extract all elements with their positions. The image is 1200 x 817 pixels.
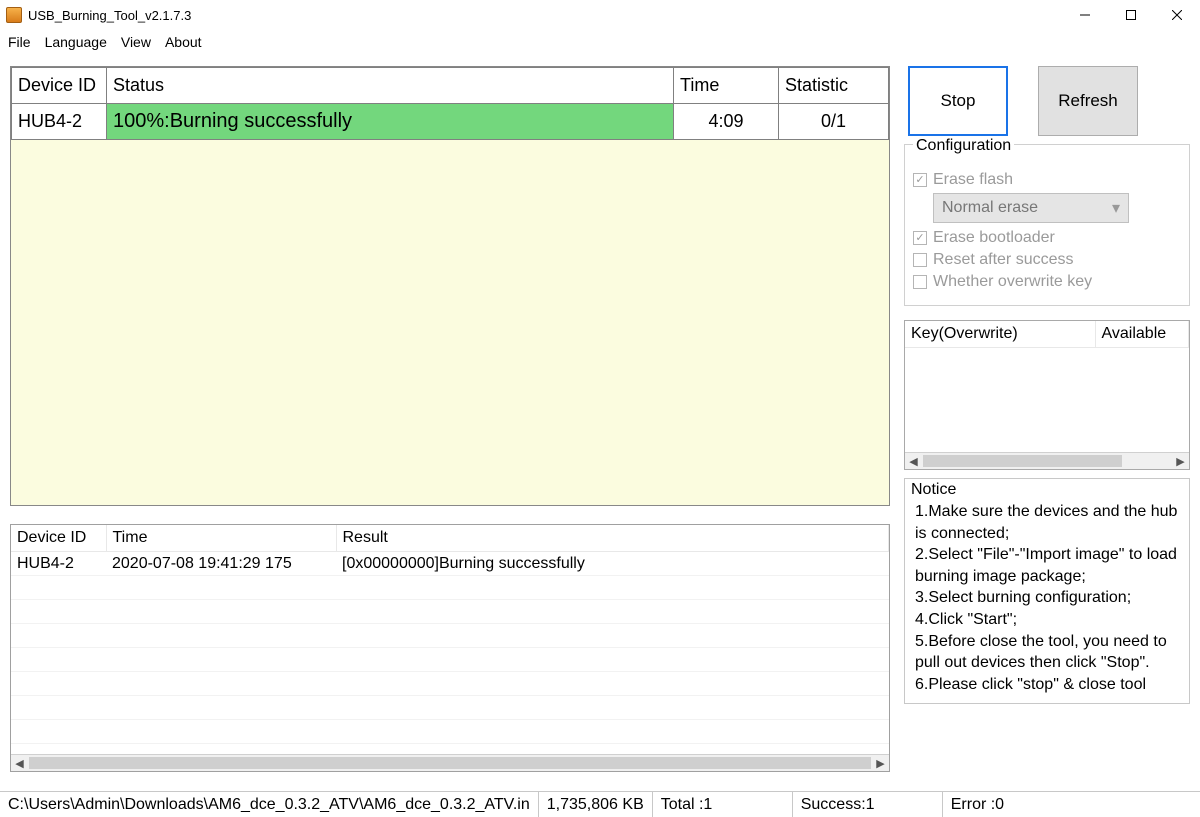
reset-after-success-checkbox-row: Reset after success xyxy=(913,251,1181,269)
chevron-down-icon: ▾ xyxy=(1112,198,1120,218)
col-header-key-overwrite[interactable]: Key(Overwrite) xyxy=(905,321,1095,348)
col-header-device-id[interactable]: Device ID xyxy=(12,68,107,104)
log-table: Device ID Time Result HUB4-2 2020-07-08 … xyxy=(10,524,890,772)
device-table-header-row: Device ID Status Time Statistic xyxy=(12,68,889,104)
status-error: Error :0 xyxy=(943,792,1200,817)
scroll-right-icon[interactable]: ▶ xyxy=(1172,453,1189,470)
device-status-cell: 100%:Burning successfully xyxy=(107,104,674,140)
notice-item: 1.Make sure the devices and the hub is c… xyxy=(915,501,1183,544)
device-table-row[interactable]: HUB4-2 100%:Burning successfully 4:09 0/… xyxy=(12,104,889,140)
log-result-cell: [0x00000000]Burning successfully xyxy=(336,552,889,576)
scroll-left-icon[interactable]: ◀ xyxy=(11,755,28,772)
window-title: USB_Burning_Tool_v2.1.7.3 xyxy=(28,8,191,23)
erase-bootloader-label: Erase bootloader xyxy=(933,229,1055,247)
device-table: Device ID Status Time Statistic HUB4-2 1… xyxy=(10,66,890,506)
configuration-legend: Configuration xyxy=(913,137,1014,155)
overwrite-key-label: Whether overwrite key xyxy=(933,273,1092,291)
erase-mode-value: Normal erase xyxy=(942,199,1038,217)
scroll-thumb[interactable] xyxy=(923,455,1122,467)
statusbar: C:\Users\Admin\Downloads\AM6_dce_0.3.2_A… xyxy=(0,791,1200,817)
refresh-button[interactable]: Refresh xyxy=(1038,66,1138,136)
device-id-cell: HUB4-2 xyxy=(12,104,107,140)
notice-item: 2.Select "File"-"Import image" to load b… xyxy=(915,544,1183,587)
menu-about[interactable]: About xyxy=(165,34,202,50)
window-controls xyxy=(1062,0,1200,30)
col-header-log-device-id[interactable]: Device ID xyxy=(11,525,106,552)
notice-item: 5.Before close the tool, you need to pul… xyxy=(915,631,1183,674)
status-success: Success:1 xyxy=(793,792,943,817)
log-table-header-row: Device ID Time Result xyxy=(11,525,889,552)
log-time-cell: 2020-07-08 19:41:29 175 xyxy=(106,552,336,576)
maximize-button[interactable] xyxy=(1108,0,1154,30)
close-button[interactable] xyxy=(1154,0,1200,30)
configuration-group: Configuration Erase flash Normal erase ▾… xyxy=(904,144,1190,306)
device-statistic-cell: 0/1 xyxy=(779,104,889,140)
overwrite-key-checkbox-row: Whether overwrite key xyxy=(913,273,1181,291)
menu-language[interactable]: Language xyxy=(45,34,107,50)
col-header-log-time[interactable]: Time xyxy=(106,525,336,552)
status-size: 1,735,806 KB xyxy=(539,792,653,817)
notice-item: 4.Click "Start"; xyxy=(915,609,1183,631)
status-total: Total :1 xyxy=(653,792,793,817)
col-header-time[interactable]: Time xyxy=(674,68,779,104)
reset-after-success-label: Reset after success xyxy=(933,251,1074,269)
scroll-thumb[interactable] xyxy=(29,757,871,769)
overwrite-key-checkbox[interactable] xyxy=(913,275,927,289)
key-horizontal-scrollbar[interactable]: ◀ ▶ xyxy=(905,452,1189,469)
notice-item: 6.Please click "stop" & close tool xyxy=(915,674,1183,696)
menu-file[interactable]: File xyxy=(8,34,31,50)
erase-bootloader-checkbox-row: Erase bootloader xyxy=(913,229,1181,247)
col-header-available[interactable]: Available xyxy=(1095,321,1189,348)
erase-flash-label: Erase flash xyxy=(933,171,1013,189)
key-table: Key(Overwrite) Available ◀ ▶ xyxy=(904,320,1190,470)
minimize-button[interactable] xyxy=(1062,0,1108,30)
erase-bootloader-checkbox[interactable] xyxy=(913,231,927,245)
notice-legend: Notice xyxy=(905,479,1189,499)
log-table-row[interactable]: HUB4-2 2020-07-08 19:41:29 175 [0x000000… xyxy=(11,552,889,576)
app-icon xyxy=(6,7,22,23)
col-header-log-result[interactable]: Result xyxy=(336,525,889,552)
device-time-cell: 4:09 xyxy=(674,104,779,140)
stop-button[interactable]: Stop xyxy=(908,66,1008,136)
menu-view[interactable]: View xyxy=(121,34,151,50)
scroll-left-icon[interactable]: ◀ xyxy=(905,453,922,470)
log-horizontal-scrollbar[interactable]: ◀ ▶ xyxy=(11,754,889,771)
notice-list: 1.Make sure the devices and the hub is c… xyxy=(905,499,1189,699)
log-device-id-cell: HUB4-2 xyxy=(11,552,106,576)
col-header-status[interactable]: Status xyxy=(107,68,674,104)
scroll-right-icon[interactable]: ▶ xyxy=(872,755,889,772)
erase-mode-select[interactable]: Normal erase ▾ xyxy=(933,193,1129,223)
notice-item: 3.Select burning configuration; xyxy=(915,587,1183,609)
menubar: File Language View About xyxy=(0,30,1200,56)
erase-flash-checkbox-row: Erase flash xyxy=(913,171,1181,189)
titlebar: USB_Burning_Tool_v2.1.7.3 xyxy=(0,0,1200,30)
erase-flash-checkbox[interactable] xyxy=(913,173,927,187)
notice-group: Notice 1.Make sure the devices and the h… xyxy=(904,478,1190,704)
col-header-statistic[interactable]: Statistic xyxy=(779,68,889,104)
status-path: C:\Users\Admin\Downloads\AM6_dce_0.3.2_A… xyxy=(0,792,539,817)
reset-after-success-checkbox[interactable] xyxy=(913,253,927,267)
